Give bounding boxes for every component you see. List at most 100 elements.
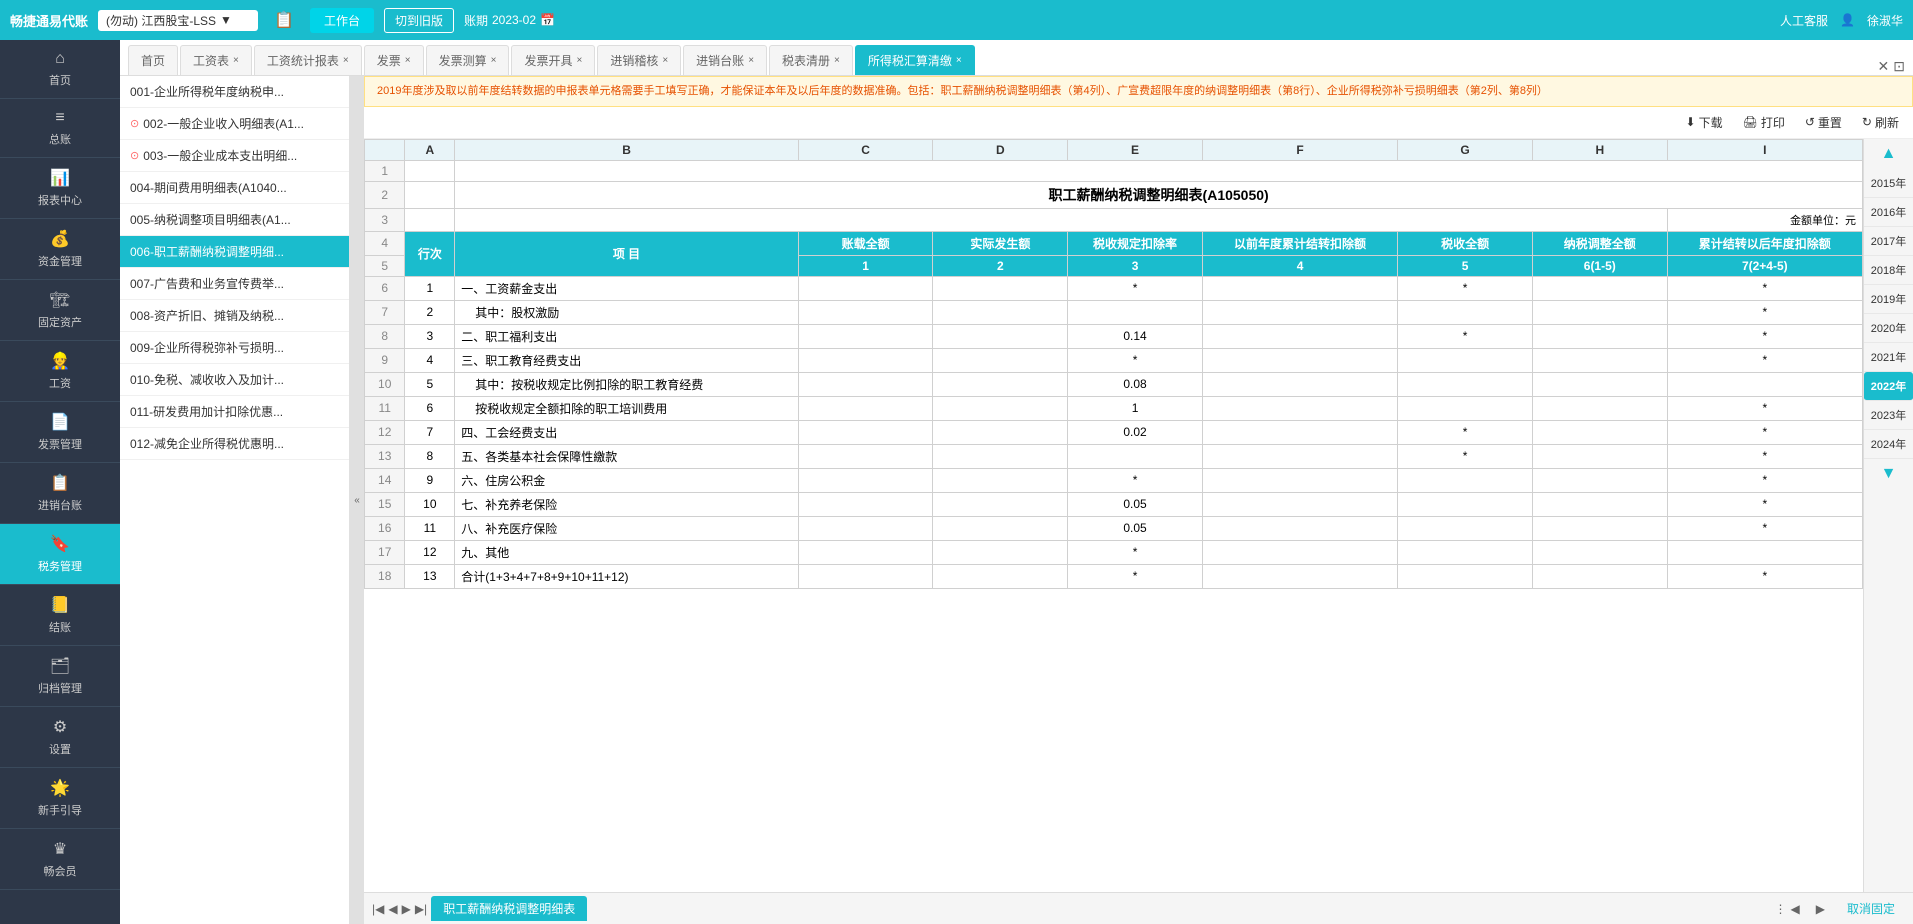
sidebar-item-tax[interactable]: 🔖 税务管理 (0, 524, 120, 585)
cell-c[interactable] (798, 468, 933, 492)
cell-e[interactable] (1068, 300, 1203, 324)
cell-item[interactable]: 六、住房公积金 (455, 468, 799, 492)
cell-h[interactable] (1532, 324, 1667, 348)
close-icon[interactable]: × (343, 55, 349, 66)
collapse-panel-button[interactable]: « (350, 76, 364, 924)
cell-h[interactable] (1532, 300, 1667, 324)
cell-h[interactable] (1532, 516, 1667, 540)
cell-f[interactable] (1202, 420, 1397, 444)
form-list-item-006[interactable]: 006-职工薪酬纳税调整明细... (120, 236, 349, 268)
cell-g[interactable]: * (1398, 444, 1533, 468)
cell-seq[interactable]: 5 (405, 372, 455, 396)
cell-d[interactable] (933, 516, 1068, 540)
cell-g[interactable] (1398, 564, 1533, 588)
cell-i[interactable]: * (1667, 564, 1862, 588)
year-item-2021[interactable]: 2021年 (1864, 343, 1913, 372)
cell-c[interactable] (798, 492, 933, 516)
cell-d[interactable] (933, 420, 1068, 444)
close-icon[interactable]: × (748, 55, 754, 66)
form-list-item-009[interactable]: 009-企业所得税弥补亏损明... (120, 332, 349, 364)
scroll-left-button[interactable]: ◀ (1791, 902, 1800, 916)
form-list-item-005[interactable]: 005-纳税调整项目明细表(A1... (120, 204, 349, 236)
cell-d[interactable] (933, 540, 1068, 564)
sheet-nav-first-button[interactable]: |◀ (372, 902, 384, 916)
cell-e[interactable]: * (1068, 468, 1203, 492)
close-icon[interactable]: × (491, 55, 497, 66)
cell-g[interactable]: * (1398, 276, 1533, 300)
cell-e[interactable]: 0.05 (1068, 492, 1203, 516)
form-list-item-003[interactable]: ⊙ 003-一般企业成本支出明细... (120, 140, 349, 172)
cell-h[interactable] (1532, 540, 1667, 564)
human-service[interactable]: 人工客服 (1780, 12, 1828, 29)
cell-i[interactable]: * (1667, 396, 1862, 420)
cell-seq[interactable]: 4 (405, 348, 455, 372)
cell-h[interactable] (1532, 276, 1667, 300)
cell-f[interactable] (1202, 468, 1397, 492)
cell-seq[interactable]: 3 (405, 324, 455, 348)
tab-tax-list[interactable]: 税表清册 × (769, 45, 853, 75)
close-icon[interactable]: × (576, 55, 582, 66)
cell-seq[interactable]: 10 (405, 492, 455, 516)
cell-i[interactable]: * (1667, 324, 1862, 348)
cell-i[interactable]: * (1667, 420, 1862, 444)
cell-f[interactable] (1202, 324, 1397, 348)
cell-seq[interactable]: 13 (405, 564, 455, 588)
cell-c[interactable] (798, 540, 933, 564)
close-icon[interactable]: × (956, 55, 962, 66)
cell-d[interactable] (933, 372, 1068, 396)
cell-d[interactable] (933, 468, 1068, 492)
reset-button[interactable]: ↺ 重置 (1799, 111, 1848, 134)
cell-e[interactable]: 0.05 (1068, 516, 1203, 540)
cell-g[interactable] (1398, 396, 1533, 420)
sidebar-item-assets[interactable]: 🏗 固定资产 (0, 280, 120, 341)
cell-c[interactable] (798, 420, 933, 444)
cell-h[interactable] (1532, 492, 1667, 516)
sidebar-item-ledger[interactable]: ≡ 总账 (0, 99, 120, 158)
cell-d[interactable] (933, 564, 1068, 588)
sidebar-item-closing[interactable]: 📒 结账 (0, 585, 120, 646)
cell-e[interactable]: 1 (1068, 396, 1203, 420)
sidebar-item-payroll[interactable]: 👷 工资 (0, 341, 120, 402)
cell-seq[interactable]: 8 (405, 444, 455, 468)
year-item-2017[interactable]: 2017年 (1864, 227, 1913, 256)
cell-c[interactable] (798, 372, 933, 396)
cell-f[interactable] (1202, 276, 1397, 300)
cell-e[interactable]: * (1068, 540, 1203, 564)
cell-e[interactable]: * (1068, 348, 1203, 372)
sheet-scroll[interactable]: A B C D E F G H I (364, 139, 1913, 893)
cell-h[interactable] (1532, 444, 1667, 468)
cell-g[interactable] (1398, 300, 1533, 324)
workbench-button[interactable]: 工作台 (310, 8, 374, 33)
year-item-2019[interactable]: 2019年 (1864, 285, 1913, 314)
year-scroll-up-button[interactable]: ▲ (1875, 139, 1903, 169)
tab-invoice-issue[interactable]: 发票开具 × (511, 45, 595, 75)
year-item-2020[interactable]: 2020年 (1864, 314, 1913, 343)
year-item-2016[interactable]: 2016年 (1864, 198, 1913, 227)
cell-e[interactable]: * (1068, 564, 1203, 588)
cell-f[interactable] (1202, 540, 1397, 564)
cell-f[interactable] (1202, 300, 1397, 324)
cell-seq[interactable]: 2 (405, 300, 455, 324)
form-list-item-010[interactable]: 010-免税、减收收入及加计... (120, 364, 349, 396)
cell-A2[interactable] (405, 181, 455, 208)
cell-h[interactable] (1532, 372, 1667, 396)
cell-item[interactable]: 三、职工教育经费支出 (455, 348, 799, 372)
tab-payslip[interactable]: 工资表 × (180, 45, 252, 75)
sidebar-item-home[interactable]: ⌂ 首页 (0, 40, 120, 99)
cell-h[interactable] (1532, 348, 1667, 372)
cell-g[interactable] (1398, 372, 1533, 396)
maximize-button[interactable]: ⊡ (1893, 58, 1905, 75)
cell-A3[interactable] (405, 208, 455, 231)
cell-d[interactable] (933, 324, 1068, 348)
form-list-item-001[interactable]: 001-企业所得税年度纳税申... (120, 76, 349, 108)
cell-item[interactable]: 四、工会经费支出 (455, 420, 799, 444)
cell-seq[interactable]: 7 (405, 420, 455, 444)
cell-g[interactable] (1398, 516, 1533, 540)
form-list-item-007[interactable]: 007-广告费和业务宣传费举... (120, 268, 349, 300)
cell-item[interactable]: 二、职工福利支出 (455, 324, 799, 348)
cell-seq[interactable]: 11 (405, 516, 455, 540)
year-item-2023[interactable]: 2023年 (1864, 401, 1913, 430)
more-sheets-button[interactable]: ⋮ (1775, 902, 1787, 916)
sheet-nav-last-button[interactable]: ▶| (415, 902, 427, 916)
cell-e[interactable]: 0.14 (1068, 324, 1203, 348)
